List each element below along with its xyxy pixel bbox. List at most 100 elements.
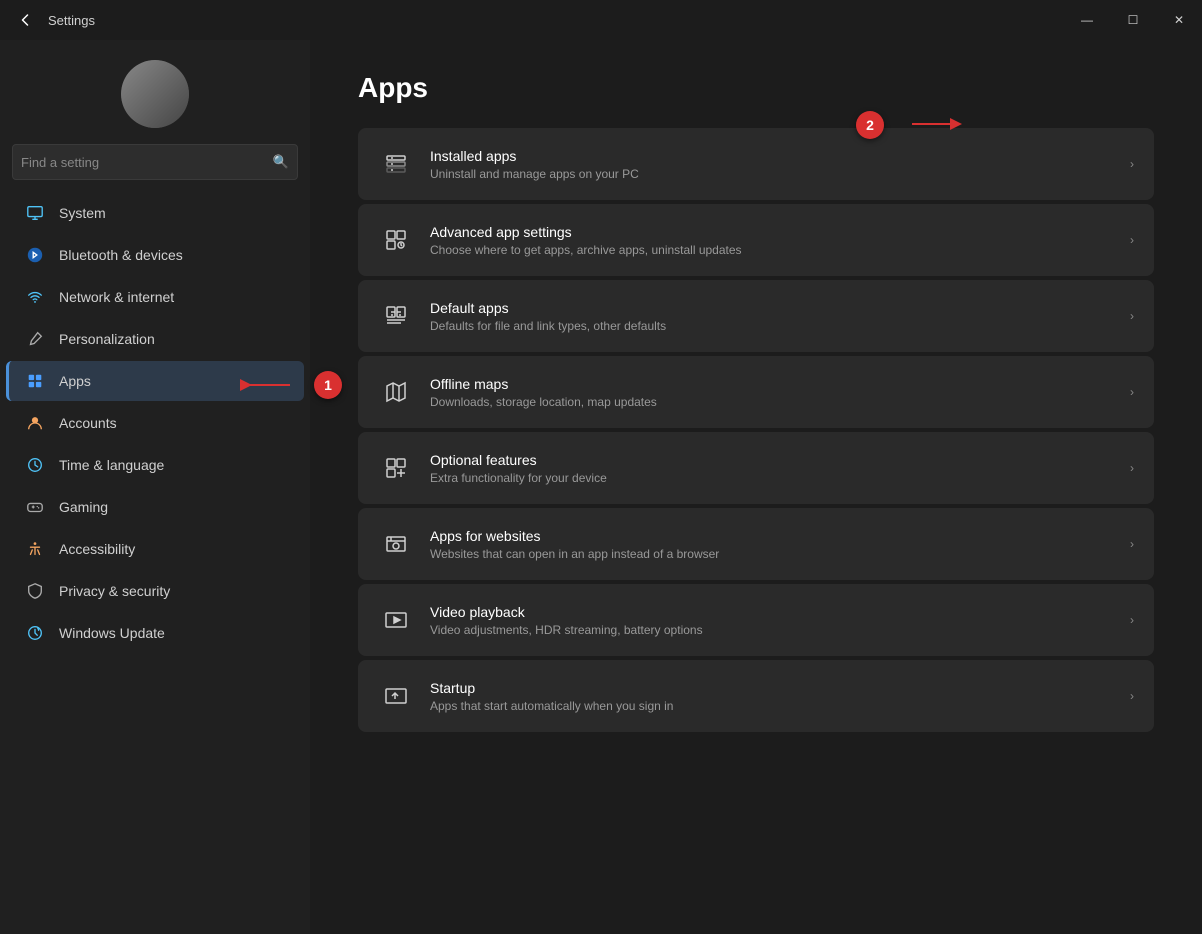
gaming-icon bbox=[25, 497, 45, 517]
settings-item-video-playback[interactable]: Video playback Video adjustments, HDR st… bbox=[358, 584, 1154, 656]
chevron-right-icon-2: › bbox=[1130, 233, 1134, 247]
startup-text: Startup Apps that start automatically wh… bbox=[430, 680, 1130, 713]
update-icon bbox=[25, 623, 45, 643]
sidebar: 🔍 System Bluetooth & devices bbox=[0, 40, 310, 934]
sidebar-item-accessibility[interactable]: Accessibility bbox=[6, 529, 304, 569]
apps-for-websites-text: Apps for websites Websites that can open… bbox=[430, 528, 1130, 561]
close-button[interactable]: ✕ bbox=[1156, 0, 1202, 40]
sidebar-item-label-update: Windows Update bbox=[59, 625, 165, 641]
chevron-right-icon: › bbox=[1130, 157, 1134, 171]
advanced-settings-icon bbox=[378, 222, 414, 258]
annotation-circle-2: 2 bbox=[856, 111, 884, 139]
video-playback-desc: Video adjustments, HDR streaming, batter… bbox=[430, 623, 1130, 637]
default-apps-desc: Defaults for file and link types, other … bbox=[430, 319, 1130, 333]
settings-item-default-apps[interactable]: Default apps Defaults for file and link … bbox=[358, 280, 1154, 352]
optional-features-desc: Extra functionality for your device bbox=[430, 471, 1130, 485]
chevron-right-icon-3: › bbox=[1130, 309, 1134, 323]
installed-apps-title: Installed apps bbox=[430, 148, 1130, 164]
sidebar-item-label-apps: Apps bbox=[59, 373, 91, 389]
apps-icon bbox=[25, 371, 45, 391]
advanced-settings-text: Advanced app settings Choose where to ge… bbox=[430, 224, 1130, 257]
sidebar-item-label-privacy: Privacy & security bbox=[59, 583, 170, 599]
back-button[interactable] bbox=[12, 6, 40, 34]
optional-features-text: Optional features Extra functionality fo… bbox=[430, 452, 1130, 485]
settings-item-installed-apps[interactable]: Installed apps Uninstall and manage apps… bbox=[358, 128, 1154, 200]
sidebar-item-label-accounts: Accounts bbox=[59, 415, 117, 431]
apps-for-websites-icon bbox=[378, 526, 414, 562]
shield-icon bbox=[25, 581, 45, 601]
minimize-button[interactable]: — bbox=[1064, 0, 1110, 40]
offline-maps-icon bbox=[378, 374, 414, 410]
sidebar-item-apps[interactable]: Apps bbox=[6, 361, 304, 401]
startup-icon bbox=[378, 678, 414, 714]
settings-item-advanced[interactable]: Advanced app settings Choose where to ge… bbox=[358, 204, 1154, 276]
installed-apps-text: Installed apps Uninstall and manage apps… bbox=[430, 148, 1130, 181]
startup-desc: Apps that start automatically when you s… bbox=[430, 699, 1130, 713]
content-wrapper: Apps Installed apps bbox=[358, 72, 1154, 732]
startup-title: Startup bbox=[430, 680, 1130, 696]
monitor-icon bbox=[25, 203, 45, 223]
bluetooth-icon bbox=[25, 245, 45, 265]
sidebar-item-privacy[interactable]: Privacy & security bbox=[6, 571, 304, 611]
accessibility-icon bbox=[25, 539, 45, 559]
content-area: Apps Installed apps bbox=[310, 40, 1202, 934]
main-layout: 🔍 System Bluetooth & devices bbox=[0, 40, 1202, 934]
sidebar-item-label-accessibility: Accessibility bbox=[59, 541, 135, 557]
avatar[interactable] bbox=[121, 60, 189, 128]
settings-item-startup[interactable]: Startup Apps that start automatically wh… bbox=[358, 660, 1154, 732]
sidebar-item-personalization[interactable]: Personalization bbox=[6, 319, 304, 359]
sidebar-item-system[interactable]: System bbox=[6, 193, 304, 233]
default-apps-icon bbox=[378, 298, 414, 334]
sidebar-item-network[interactable]: Network & internet bbox=[6, 277, 304, 317]
sidebar-item-label-personalization: Personalization bbox=[59, 331, 155, 347]
sidebar-item-gaming[interactable]: Gaming bbox=[6, 487, 304, 527]
sidebar-item-label-system: System bbox=[59, 205, 106, 221]
chevron-right-icon-7: › bbox=[1130, 613, 1134, 627]
settings-list: Installed apps Uninstall and manage apps… bbox=[358, 128, 1154, 732]
page-title: Apps bbox=[358, 72, 1154, 104]
search-box: 🔍 bbox=[12, 144, 298, 180]
titlebar-title: Settings bbox=[48, 13, 95, 28]
sidebar-item-accounts[interactable]: Accounts bbox=[6, 403, 304, 443]
person-icon bbox=[25, 413, 45, 433]
wifi-icon bbox=[25, 287, 45, 307]
sidebar-item-bluetooth[interactable]: Bluetooth & devices bbox=[6, 235, 304, 275]
settings-item-offline-maps[interactable]: Offline maps Downloads, storage location… bbox=[358, 356, 1154, 428]
clock-icon bbox=[25, 455, 45, 475]
installed-apps-icon bbox=[378, 146, 414, 182]
optional-features-title: Optional features bbox=[430, 452, 1130, 468]
offline-maps-text: Offline maps Downloads, storage location… bbox=[430, 376, 1130, 409]
chevron-right-icon-6: › bbox=[1130, 537, 1134, 551]
chevron-right-icon-4: › bbox=[1130, 385, 1134, 399]
advanced-settings-title: Advanced app settings bbox=[430, 224, 1130, 240]
settings-item-optional-features[interactable]: Optional features Extra functionality fo… bbox=[358, 432, 1154, 504]
video-playback-title: Video playback bbox=[430, 604, 1130, 620]
chevron-right-icon-8: › bbox=[1130, 689, 1134, 703]
search-icon: 🔍 bbox=[273, 154, 289, 170]
default-apps-text: Default apps Defaults for file and link … bbox=[430, 300, 1130, 333]
sidebar-item-label-time: Time & language bbox=[59, 457, 164, 473]
sidebar-item-time[interactable]: Time & language bbox=[6, 445, 304, 485]
settings-item-apps-for-websites[interactable]: Apps for websites Websites that can open… bbox=[358, 508, 1154, 580]
video-playback-icon bbox=[378, 602, 414, 638]
search-input[interactable] bbox=[21, 155, 273, 170]
installed-apps-desc: Uninstall and manage apps on your PC bbox=[430, 167, 1130, 181]
sidebar-item-update[interactable]: Windows Update bbox=[6, 613, 304, 653]
apps-for-websites-desc: Websites that can open in an app instead… bbox=[430, 547, 1130, 561]
sidebar-item-label-network: Network & internet bbox=[59, 289, 174, 305]
titlebar: Settings — ☐ ✕ bbox=[0, 0, 1202, 40]
chevron-right-icon-5: › bbox=[1130, 461, 1134, 475]
apps-for-websites-title: Apps for websites bbox=[430, 528, 1130, 544]
brush-icon bbox=[25, 329, 45, 349]
video-playback-text: Video playback Video adjustments, HDR st… bbox=[430, 604, 1130, 637]
advanced-settings-desc: Choose where to get apps, archive apps, … bbox=[430, 243, 1130, 257]
optional-features-icon bbox=[378, 450, 414, 486]
sidebar-item-label-bluetooth: Bluetooth & devices bbox=[59, 247, 183, 263]
annotation-2: 2 bbox=[856, 110, 974, 140]
annotation-arrow-2 bbox=[884, 110, 974, 140]
offline-maps-title: Offline maps bbox=[430, 376, 1130, 392]
default-apps-title: Default apps bbox=[430, 300, 1130, 316]
sidebar-item-label-gaming: Gaming bbox=[59, 499, 108, 515]
maximize-button[interactable]: ☐ bbox=[1110, 0, 1156, 40]
window-controls: — ☐ ✕ bbox=[1064, 0, 1202, 40]
